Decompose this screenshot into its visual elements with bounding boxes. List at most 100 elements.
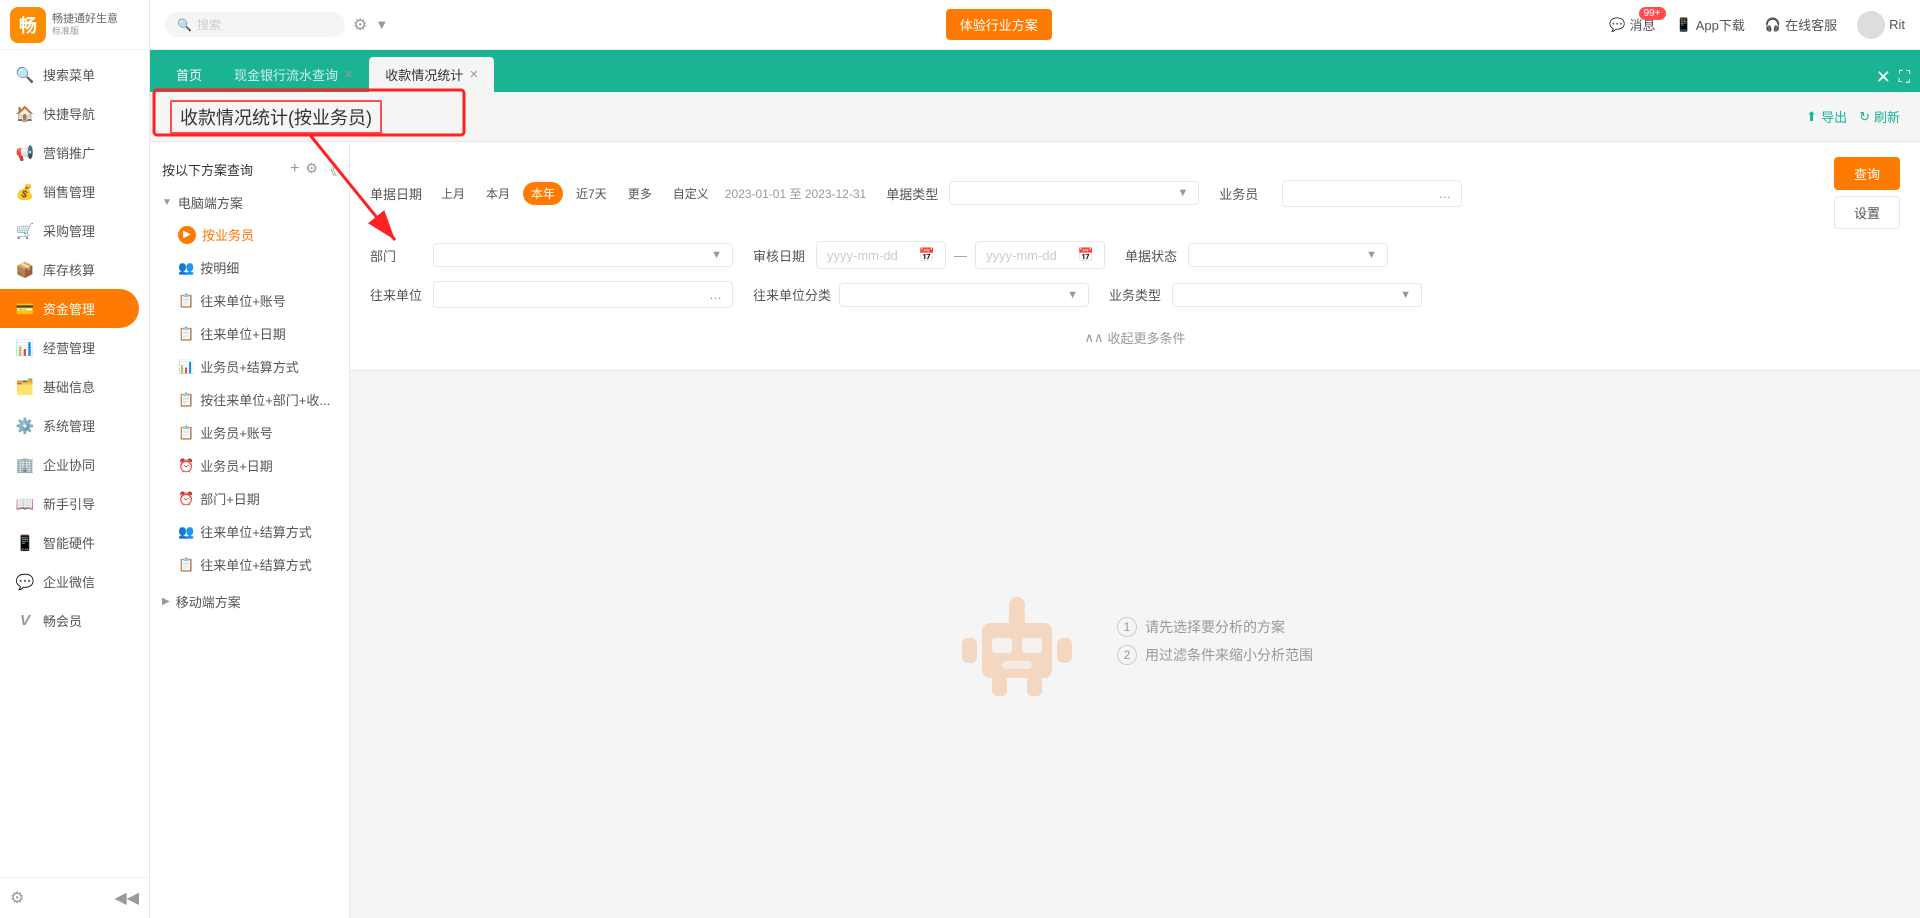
scheme-settings-btn[interactable]: ⚙: [305, 160, 318, 179]
scheme-by-detail[interactable]: 👥 按明细: [150, 251, 349, 284]
dept-date-icon: ⏰: [178, 491, 194, 507]
app-logo: 畅 畅捷通好生意 标准版: [0, 0, 149, 50]
service-icon: 🎧: [1765, 17, 1781, 33]
sidebar-item-smart-hw[interactable]: 📱 智能硬件: [0, 523, 149, 562]
dept-filter-item: 部门 ▼: [370, 243, 733, 267]
business-type-select[interactable]: ▼: [1172, 283, 1422, 307]
scheme-partner-date[interactable]: 📋 往来单位+日期: [150, 317, 349, 350]
partner-category-filter: 往来单位分类 ▼: [753, 283, 1089, 307]
sidebar-item-operations[interactable]: 📊 经营管理: [0, 328, 149, 367]
collapse-sidebar-btn[interactable]: ◀◀: [114, 888, 139, 908]
doc-type-select[interactable]: ▼: [949, 181, 1199, 205]
sidebar-item-quick-nav[interactable]: 🏠 快捷导航: [0, 94, 149, 133]
date-filter-label: 单据日期: [370, 184, 425, 203]
active-indicator: ▶: [178, 226, 196, 244]
scheme-salesperson-settle[interactable]: 📊 业务员+结算方式: [150, 350, 349, 383]
last-7-days-tab[interactable]: 近7天: [568, 182, 615, 205]
scheme-salesperson-date[interactable]: ⏰ 业务员+日期: [150, 449, 349, 482]
sidebar-item-sales[interactable]: 💰 销售管理: [0, 172, 149, 211]
scheme-partner-settle1[interactable]: 👥 往来单位+结算方式: [150, 515, 349, 548]
scheme-partner-dept-collect[interactable]: 📋 按往来单位+部门+收...: [150, 383, 349, 416]
tab-bank-flow[interactable]: 现金银行流水查询 ✕: [218, 57, 369, 92]
review-date-filter: 审核日期 yyyy-mm-dd 📅 — yyyy-mm-dd 📅: [753, 241, 1105, 269]
expand-arrow-mobile: ▶: [162, 596, 170, 607]
sidebar-item-guide[interactable]: 📖 新手引导: [0, 484, 149, 523]
sidebar-item-marketing[interactable]: 📢 营销推广: [0, 133, 149, 172]
this-year-tab[interactable]: 本年: [523, 182, 563, 205]
export-btn[interactable]: ⬆ 导出: [1806, 107, 1847, 126]
logo-icon: 畅: [10, 7, 46, 43]
dropdown-icon[interactable]: ▼: [375, 17, 388, 32]
filter-row-3: 往来单位 … 往来单位分类 ▼ 业务类型: [370, 281, 1900, 308]
last-month-tab[interactable]: 上月: [433, 182, 473, 205]
partner-category-select[interactable]: ▼: [839, 283, 1089, 307]
mobile-section-title[interactable]: ▶ 移动端方案: [150, 586, 349, 617]
set-button[interactable]: 设置: [1834, 196, 1900, 229]
sidebar-item-enterprise[interactable]: 🏢 企业协同: [0, 445, 149, 484]
collapse-panel-btn[interactable]: 《: [324, 160, 337, 179]
page-actions: ⬆ 导出 ↻ 刷新: [1806, 107, 1900, 126]
sidebar-item-wechat[interactable]: 💬 企业微信: [0, 562, 149, 601]
sidebar: 畅 畅捷通好生意 标准版 🔍 搜索菜单 🏠 快捷导航 📢 营销推广 💰 销售管理…: [0, 0, 150, 918]
quick-nav-icon: 🏠: [15, 105, 35, 123]
scheme-partner-settle2[interactable]: 📋 往来单位+结算方式: [150, 548, 349, 581]
operations-icon: 📊: [15, 339, 35, 357]
filter-area: 单据日期 上月 本月 本年 近7天 更多 自定义 2023-01-01 至 20…: [350, 142, 1920, 371]
partner-category-chevron: ▼: [1067, 289, 1078, 301]
review-date-start[interactable]: yyyy-mm-dd 📅: [816, 241, 946, 269]
action-buttons: 查询 设置: [1834, 157, 1900, 229]
salesperson-select[interactable]: …: [1282, 180, 1462, 207]
trial-button[interactable]: 体验行业方案: [946, 9, 1052, 40]
query-button[interactable]: 查询: [1834, 157, 1900, 190]
mobile-section: ▶ 移动端方案: [150, 586, 349, 617]
tab-home[interactable]: 首页: [160, 57, 218, 92]
collapse-filter-bar[interactable]: ∧∧ 收起更多条件: [370, 320, 1900, 355]
sidebar-nav: 🔍 搜索菜单 🏠 快捷导航 📢 营销推广 💰 销售管理 🛒 采购管理 📦 库存核…: [0, 50, 149, 877]
sidebar-item-finance[interactable]: 💳 资金管理: [0, 289, 139, 328]
sidebar-item-inventory[interactable]: 📦 库存核算: [0, 250, 149, 289]
refresh-btn[interactable]: ↻ 刷新: [1859, 107, 1900, 126]
online-service-btn[interactable]: 🎧 在线客服: [1765, 15, 1837, 34]
sidebar-bottom: ⚙ ◀◀: [0, 877, 149, 918]
scheme-by-salesperson[interactable]: ▶ 按业务员: [150, 218, 349, 251]
tab-collection-stat[interactable]: 收款情况统计 ✕: [369, 57, 494, 92]
settings-icon[interactable]: ⚙: [353, 15, 367, 35]
calendar-start-icon: 📅: [919, 247, 935, 263]
more-date-tab[interactable]: 更多: [620, 182, 660, 205]
sidebar-item-purchase[interactable]: 🛒 采购管理: [0, 211, 149, 250]
this-month-tab[interactable]: 本月: [478, 182, 518, 205]
doc-status-select[interactable]: ▼: [1188, 243, 1388, 267]
sidebar-item-search-menu[interactable]: 🔍 搜索菜单: [0, 55, 149, 94]
date-filter-item: 单据日期 上月 本月 本年 近7天 更多 自定义 2023-01-01 至 20…: [370, 182, 866, 205]
user-menu[interactable]: Rit: [1857, 11, 1905, 39]
robot-illustration: [957, 583, 1077, 706]
sidebar-item-basic-info[interactable]: 🗂️ 基础信息: [0, 367, 149, 406]
partner-select[interactable]: …: [433, 281, 733, 308]
scheme-partner-account[interactable]: 📋 往来单位+账号: [150, 284, 349, 317]
settings-bottom-btn[interactable]: ⚙: [10, 888, 24, 908]
scheme-salesperson-account[interactable]: 📋 业务员+账号: [150, 416, 349, 449]
salesperson-more-dots[interactable]: …: [1438, 186, 1451, 201]
tab-close-bank-flow[interactable]: ✕: [344, 68, 353, 81]
dept-select[interactable]: ▼: [433, 243, 733, 267]
panel-header: 按以下方案查询 + ⚙ 《: [150, 152, 349, 187]
message-btn[interactable]: 💬 消息 99+: [1609, 15, 1655, 34]
content-area: 按以下方案查询 + ⚙ 《 ▼ 电脑端方案 ▶ 按业务员 👥: [150, 142, 1920, 918]
review-date-end[interactable]: yyyy-mm-dd 📅: [975, 241, 1105, 269]
close-window-btn[interactable]: ✕: [1876, 67, 1891, 88]
sidebar-item-system[interactable]: ⚙️ 系统管理: [0, 406, 149, 445]
scheme-dept-date[interactable]: ⏰ 部门+日期: [150, 482, 349, 515]
desktop-section-title[interactable]: ▼ 电脑端方案: [150, 187, 349, 218]
add-scheme-btn[interactable]: +: [290, 160, 299, 179]
dept-chevron: ▼: [711, 249, 722, 261]
refresh-icon: ↻: [1859, 109, 1870, 125]
app-download-btn[interactable]: 📱 App下载: [1676, 15, 1745, 34]
custom-date-tab[interactable]: 自定义: [665, 182, 717, 205]
desktop-section: ▼ 电脑端方案 ▶ 按业务员 👥 按明细 📋 往来单位+账号 📋 往: [150, 187, 349, 581]
sidebar-item-member[interactable]: V 畅会员: [0, 601, 149, 640]
maximize-btn[interactable]: ⛶: [1899, 69, 1910, 87]
partner-dept-icon: 📋: [178, 392, 194, 408]
partner-more-dots[interactable]: …: [709, 287, 722, 302]
header-search-box[interactable]: 🔍 搜索: [165, 12, 345, 37]
tab-close-collection-stat[interactable]: ✕: [469, 68, 478, 81]
